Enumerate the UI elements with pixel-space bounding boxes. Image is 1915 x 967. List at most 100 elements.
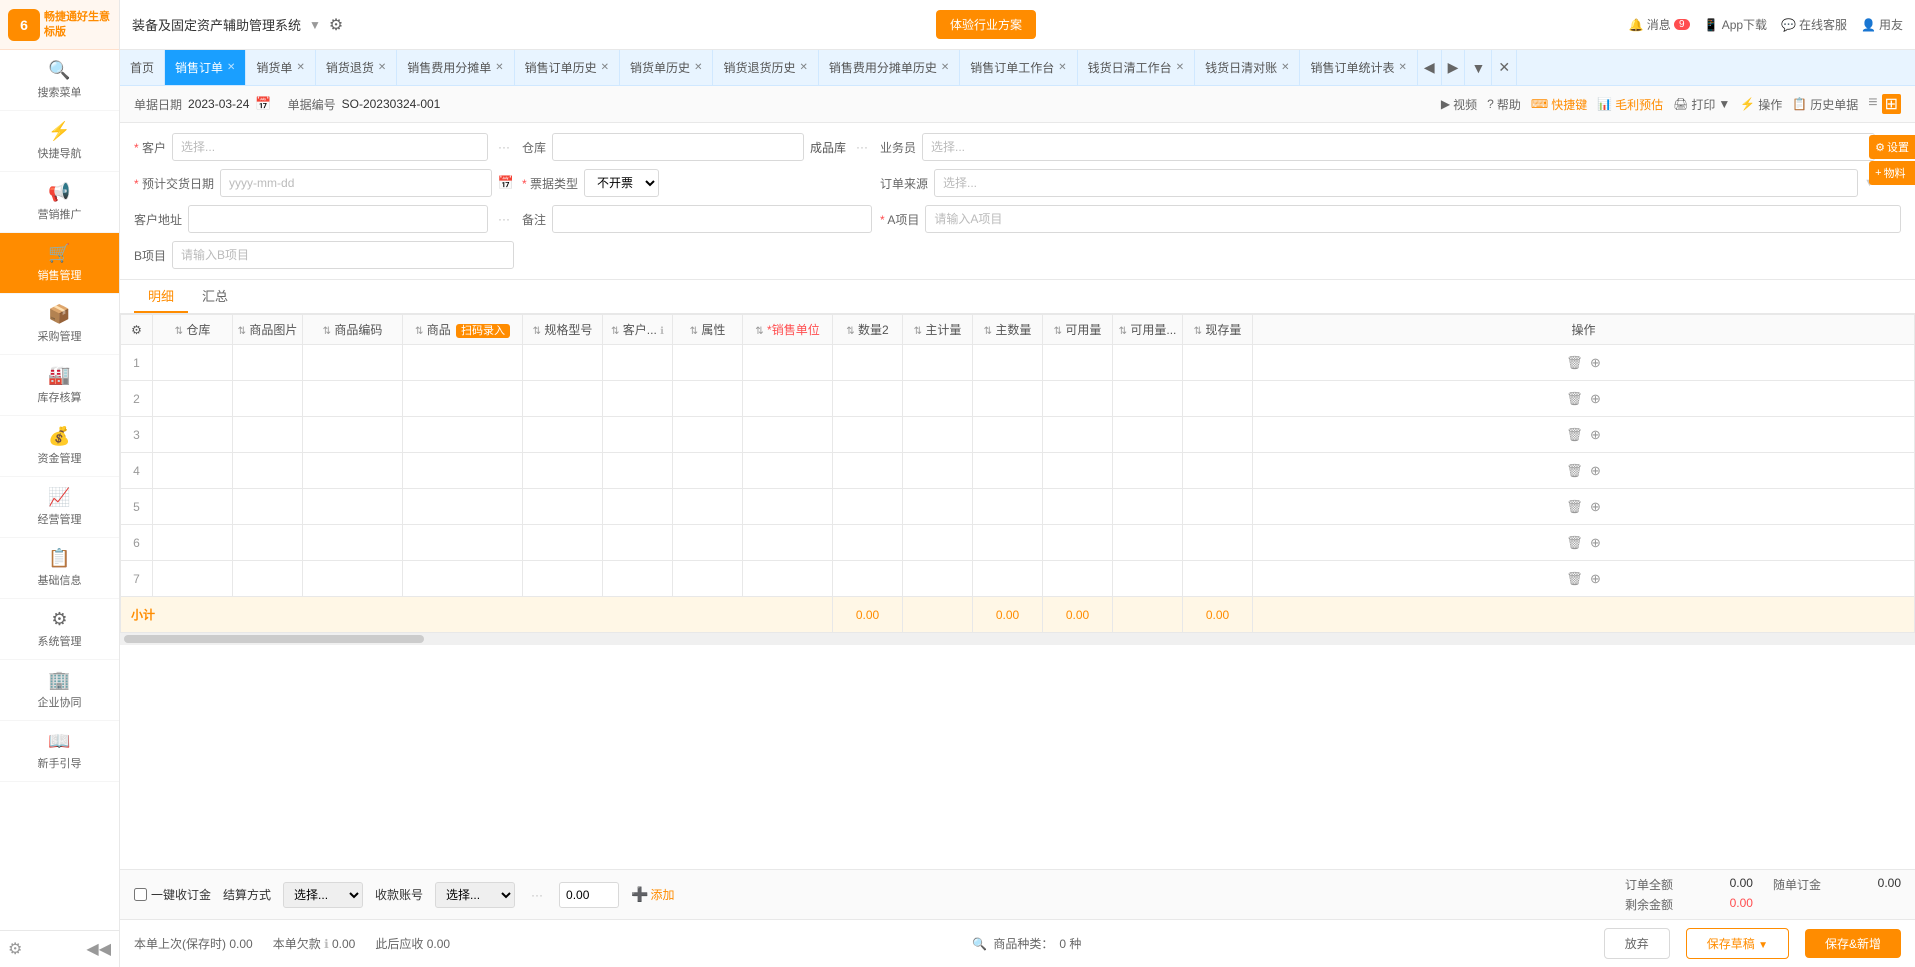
th-product-code[interactable]: ⇅ 商品编码	[303, 315, 403, 345]
th-current-stock[interactable]: ⇅ 现存量	[1183, 315, 1253, 345]
save-new-button[interactable]: 保存&新增	[1805, 929, 1901, 958]
tab-sales-refund[interactable]: 销货退货 ✕	[316, 50, 397, 85]
sidebar-item-quick-nav[interactable]: ⚡ 快捷导航	[0, 111, 119, 172]
cell-code-3[interactable]	[303, 417, 403, 453]
tab-expand-btn[interactable]: ▼	[1465, 50, 1492, 85]
cell-warehouse-4[interactable]	[153, 453, 233, 489]
tab-sales-fee-history-close[interactable]: ✕	[941, 62, 949, 73]
delete-icon-2[interactable]: 🗑	[1564, 389, 1585, 408]
copy-icon-4[interactable]: ⊕	[1588, 461, 1603, 480]
tab-prev-btn[interactable]: ◀	[1418, 50, 1442, 85]
tab-sales-refund-history[interactable]: 销货退货历史 ✕	[713, 50, 818, 85]
copy-icon-5[interactable]: ⊕	[1588, 497, 1603, 516]
cell-name-1[interactable]	[403, 345, 523, 381]
cell-unit-1[interactable]	[743, 345, 833, 381]
th-customer-code[interactable]: ⇅ 客户... ℹ	[603, 315, 673, 345]
app-download-item[interactable]: 📱 App下载	[1704, 16, 1767, 33]
delete-icon-5[interactable]: 🗑	[1564, 497, 1585, 516]
sidebar-item-purchase[interactable]: 📦 采购管理	[0, 294, 119, 355]
order-source-input[interactable]	[934, 169, 1858, 197]
notification-item[interactable]: 🔔 消息 9	[1629, 16, 1690, 33]
tab-sales-return-history-close[interactable]: ✕	[694, 62, 702, 73]
cell-stock-2[interactable]	[1183, 381, 1253, 417]
sidebar-item-search[interactable]: 🔍 搜索菜单	[0, 50, 119, 111]
cell-name-5[interactable]	[403, 489, 523, 525]
cell-spec-6[interactable]	[523, 525, 603, 561]
action-help[interactable]: ? 帮助	[1487, 96, 1521, 113]
th-available[interactable]: ⇅ 可用量	[1043, 315, 1113, 345]
cell-name-2[interactable]	[403, 381, 523, 417]
tab-cash-reconcile-close[interactable]: ✕	[1281, 62, 1289, 73]
th-gear[interactable]: ⚙	[121, 315, 153, 345]
customer-more-btn[interactable]: ···	[494, 140, 514, 154]
tab-cash-reconcile[interactable]: 钱货日清对账 ✕	[1195, 50, 1300, 85]
address-input[interactable]	[188, 205, 488, 233]
grid-view-icon[interactable]: ⊞	[1882, 94, 1901, 114]
cell-available2-1[interactable]	[1113, 345, 1183, 381]
copy-icon-3[interactable]: ⊕	[1588, 425, 1603, 444]
th-sales-unit[interactable]: ⇅ *销售单位	[743, 315, 833, 345]
tab-close-all-btn[interactable]: ✕	[1492, 50, 1517, 85]
scroll-thumb[interactable]	[124, 635, 424, 643]
cell-qty2-1[interactable]	[833, 345, 903, 381]
payment-method-select[interactable]: 选择...	[283, 882, 363, 908]
cell-main-qty-5[interactable]	[973, 489, 1043, 525]
cell-available-1[interactable]	[1043, 345, 1113, 381]
cell-spec-5[interactable]	[523, 489, 603, 525]
action-operations[interactable]: ⚡ 操作	[1740, 96, 1782, 113]
action-print[interactable]: 🖨 打印 ▼	[1673, 96, 1730, 113]
cell-main-unit-1[interactable]	[903, 345, 973, 381]
one-click-deposit-label[interactable]: 一键收订金	[134, 886, 211, 903]
delete-icon-6[interactable]: 🗑	[1564, 533, 1585, 552]
cell-available-4[interactable]	[1043, 453, 1113, 489]
action-view[interactable]: ▶ 视频	[1441, 96, 1477, 113]
a-project-input[interactable]	[925, 205, 1901, 233]
cell-available2-2[interactable]	[1113, 381, 1183, 417]
delete-icon-4[interactable]: 🗑	[1564, 461, 1585, 480]
th-product-img[interactable]: ⇅ 商品图片	[233, 315, 303, 345]
cell-spec-4[interactable]	[523, 453, 603, 489]
cell-name-3[interactable]	[403, 417, 523, 453]
cell-qty2-2[interactable]	[833, 381, 903, 417]
cell-main-qty-3[interactable]	[973, 417, 1043, 453]
th-attribute[interactable]: ⇅ 属性	[673, 315, 743, 345]
cell-available2-5[interactable]	[1113, 489, 1183, 525]
cell-main-qty-7[interactable]	[973, 561, 1043, 597]
cell-attr-4[interactable]	[673, 453, 743, 489]
cell-stock-3[interactable]	[1183, 417, 1253, 453]
cell-available2-7[interactable]	[1113, 561, 1183, 597]
tab-cash-daily-workbench-close[interactable]: ✕	[1176, 62, 1184, 73]
cell-name-4[interactable]	[403, 453, 523, 489]
cell-img-6[interactable]	[233, 525, 303, 561]
settings-bottom-icon[interactable]: ⚙	[8, 939, 22, 959]
cell-cust-code-4[interactable]	[603, 453, 673, 489]
cell-code-7[interactable]	[303, 561, 403, 597]
cell-main-unit-2[interactable]	[903, 381, 973, 417]
tab-sales-return[interactable]: 销货单 ✕	[246, 50, 315, 85]
solution-button[interactable]: 体验行业方案	[936, 10, 1036, 39]
sidebar-item-enterprise[interactable]: 🏢 企业协同	[0, 660, 119, 721]
add-button[interactable]: ➕ 添加	[631, 886, 674, 903]
horizontal-scrollbar[interactable]	[120, 633, 1915, 645]
current-debt-icon[interactable]: ℹ	[324, 937, 329, 951]
cell-stock-6[interactable]	[1183, 525, 1253, 561]
tab-sales-order-history-close[interactable]: ✕	[601, 62, 609, 73]
cell-warehouse-1[interactable]	[153, 345, 233, 381]
cell-main-unit-7[interactable]	[903, 561, 973, 597]
tab-cash-daily-workbench[interactable]: 钱货日清工作台 ✕	[1078, 50, 1195, 85]
action-history[interactable]: 📋 历史单据	[1792, 96, 1858, 113]
salesperson-input[interactable]	[922, 133, 1875, 161]
cell-attr-5[interactable]	[673, 489, 743, 525]
cell-cust-code-3[interactable]	[603, 417, 673, 453]
cell-main-unit-4[interactable]	[903, 453, 973, 489]
tab-sales-order-workbench[interactable]: 销售订单工作台 ✕	[960, 50, 1077, 85]
cell-img-2[interactable]	[233, 381, 303, 417]
cell-code-1[interactable]	[303, 345, 403, 381]
tab-sales-refund-history-close[interactable]: ✕	[799, 62, 807, 73]
cell-unit-2[interactable]	[743, 381, 833, 417]
invoice-type-select[interactable]: 不开票	[584, 169, 659, 197]
scan-btn[interactable]: 扫码录入	[456, 324, 510, 338]
cell-img-5[interactable]	[233, 489, 303, 525]
cell-qty2-3[interactable]	[833, 417, 903, 453]
cell-available2-3[interactable]	[1113, 417, 1183, 453]
